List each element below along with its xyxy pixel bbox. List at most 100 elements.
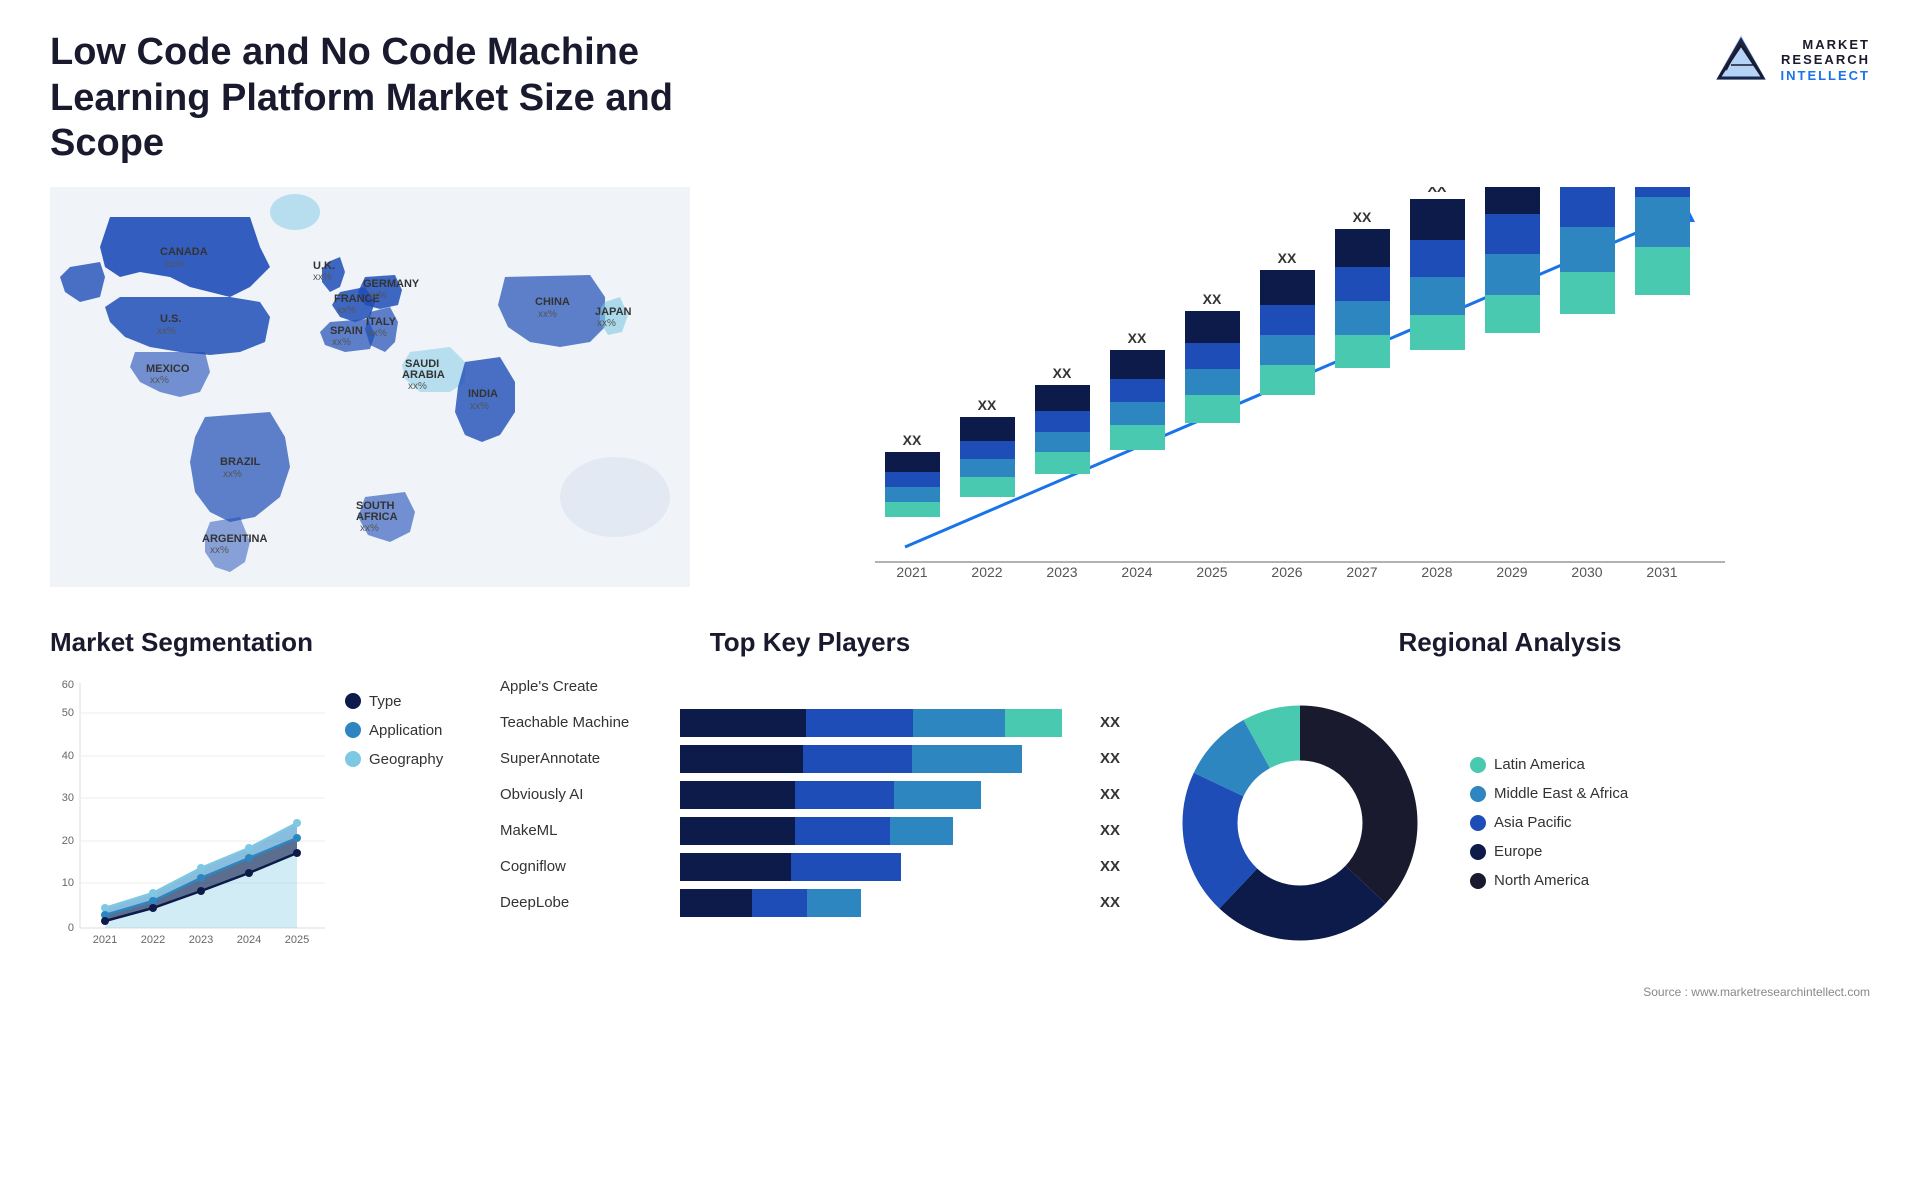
legend-dot-apac xyxy=(1470,815,1486,831)
row1: CANADA xx% U.S. xx% MEXICO xx% BRAZIL xx… xyxy=(50,187,1870,607)
svg-text:2022: 2022 xyxy=(141,934,165,946)
player-bar-container xyxy=(680,853,1082,881)
logo-line1: MARKET xyxy=(1781,37,1871,53)
players-section: Top Key Players Apple's Create Teachable… xyxy=(500,627,1120,1177)
svg-text:2029: 2029 xyxy=(1496,564,1527,580)
logo-area: MARKET RESEARCH INTELLECT xyxy=(1711,30,1871,90)
legend-item-mea: Middle East & Africa xyxy=(1470,785,1628,802)
svg-text:ARGENTINA: ARGENTINA xyxy=(202,533,267,545)
bar-chart-section: XX 2021 XX 2022 XX 2023 xyxy=(720,187,1870,607)
player-val: XX xyxy=(1100,822,1120,839)
legend-application: Application xyxy=(345,722,443,739)
svg-text:xx%: xx% xyxy=(165,259,184,270)
svg-text:XX: XX xyxy=(978,397,997,413)
header: Low Code and No Code Machine Learning Pl… xyxy=(50,30,1870,167)
svg-text:2025: 2025 xyxy=(285,934,309,946)
player-bar xyxy=(680,781,981,809)
page-title: Low Code and No Code Machine Learning Pl… xyxy=(50,30,750,167)
player-bar-container xyxy=(680,745,1082,773)
svg-text:60: 60 xyxy=(62,679,74,691)
svg-text:AFRICA: AFRICA xyxy=(356,511,398,523)
svg-text:XX: XX xyxy=(1053,365,1072,381)
svg-text:XX: XX xyxy=(1503,187,1522,190)
source-text: Source : www.marketresearchintellect.com xyxy=(1643,985,1870,999)
player-row: SuperAnnotate XX xyxy=(500,745,1120,773)
player-name: Obviously AI xyxy=(500,786,670,803)
svg-text:40: 40 xyxy=(62,750,74,762)
legend-item-na: North America xyxy=(1470,872,1628,889)
svg-text:ARABIA: ARABIA xyxy=(402,369,445,381)
legend-geography: Geography xyxy=(345,751,443,768)
legend-dot-type xyxy=(345,693,361,709)
svg-text:xx%: xx% xyxy=(223,469,242,480)
svg-text:XX: XX xyxy=(1353,209,1372,225)
svg-text:xx%: xx% xyxy=(360,523,379,534)
player-name: Teachable Machine xyxy=(500,714,670,731)
svg-text:50: 50 xyxy=(62,707,74,719)
row2: Market Segmentation 0 10 20 30 xyxy=(50,627,1870,1177)
svg-text:XX: XX xyxy=(1578,187,1597,190)
player-bar xyxy=(680,889,861,917)
svg-text:XX: XX xyxy=(1428,187,1447,195)
svg-text:XX: XX xyxy=(1653,187,1672,190)
svg-text:xx%: xx% xyxy=(157,326,176,337)
legend-dot-europe xyxy=(1470,844,1486,860)
player-bar xyxy=(680,745,1022,773)
svg-text:2023: 2023 xyxy=(189,934,213,946)
svg-text:xx%: xx% xyxy=(368,328,387,339)
svg-text:2021: 2021 xyxy=(896,564,927,580)
svg-text:GERMANY: GERMANY xyxy=(363,278,420,290)
page-container: Low Code and No Code Machine Learning Pl… xyxy=(0,0,1920,1146)
svg-text:xx%: xx% xyxy=(337,305,356,316)
svg-text:SPAIN: SPAIN xyxy=(330,325,363,337)
bar-chart-svg: XX 2021 XX 2022 XX 2023 xyxy=(720,187,1870,587)
player-row: Obviously AI XX xyxy=(500,781,1120,809)
svg-text:CHINA: CHINA xyxy=(535,296,570,308)
svg-text:xx%: xx% xyxy=(313,272,332,283)
svg-text:xx%: xx% xyxy=(332,337,351,348)
player-name: Cogniflow xyxy=(500,858,670,875)
regional-title: Regional Analysis xyxy=(1150,627,1870,658)
player-val: XX xyxy=(1100,858,1120,875)
player-bar xyxy=(680,853,901,881)
svg-text:2031: 2031 xyxy=(1646,564,1677,580)
svg-text:2023: 2023 xyxy=(1046,564,1077,580)
map-section: CANADA xx% U.S. xx% MEXICO xx% BRAZIL xx… xyxy=(50,187,690,607)
svg-text:2022: 2022 xyxy=(971,564,1002,580)
regional-section: Regional Analysis xyxy=(1150,627,1870,1177)
svg-text:INDIA: INDIA xyxy=(468,388,498,400)
logo-icon xyxy=(1711,30,1771,90)
player-row: MakeML XX xyxy=(500,817,1120,845)
player-row: Apple's Create xyxy=(500,673,1120,701)
svg-text:2027: 2027 xyxy=(1346,564,1377,580)
player-name: SuperAnnotate xyxy=(500,750,670,767)
svg-text:2024: 2024 xyxy=(237,934,261,946)
players-list: Apple's Create Teachable Machine xyxy=(500,673,1120,917)
legend-label-geography: Geography xyxy=(369,751,443,768)
player-bar xyxy=(680,817,953,845)
logo-line3: INTELLECT xyxy=(1781,68,1871,84)
player-bar xyxy=(680,709,1062,737)
player-bar-container xyxy=(680,817,1082,845)
legend-label-europe: Europe xyxy=(1494,843,1542,860)
legend-item-apac: Asia Pacific xyxy=(1470,814,1628,831)
legend-label-application: Application xyxy=(369,722,442,739)
legend-label-latin: Latin America xyxy=(1494,756,1585,773)
svg-text:XX: XX xyxy=(903,432,922,448)
regional-container: Latin America Middle East & Africa Asia … xyxy=(1150,673,1870,973)
legend-dot-mea xyxy=(1470,786,1486,802)
svg-text:XX: XX xyxy=(1128,330,1147,346)
svg-text:2025: 2025 xyxy=(1196,564,1227,580)
svg-text:2024: 2024 xyxy=(1121,564,1152,580)
svg-text:xx%: xx% xyxy=(597,318,616,329)
legend-dot-application xyxy=(345,722,361,738)
player-name: DeepLobe xyxy=(500,894,670,911)
player-bar-container xyxy=(680,673,1120,701)
segmentation-title: Market Segmentation xyxy=(50,627,470,658)
svg-text:CANADA: CANADA xyxy=(160,246,208,258)
legend-item-europe: Europe xyxy=(1470,843,1628,860)
segmentation-section: Market Segmentation 0 10 20 30 xyxy=(50,627,470,1177)
svg-text:U.K.: U.K. xyxy=(313,260,335,272)
segmentation-chart: 0 10 20 30 40 50 60 2021 2022 2023 2024 … xyxy=(50,673,330,963)
legend-type: Type xyxy=(345,693,443,710)
